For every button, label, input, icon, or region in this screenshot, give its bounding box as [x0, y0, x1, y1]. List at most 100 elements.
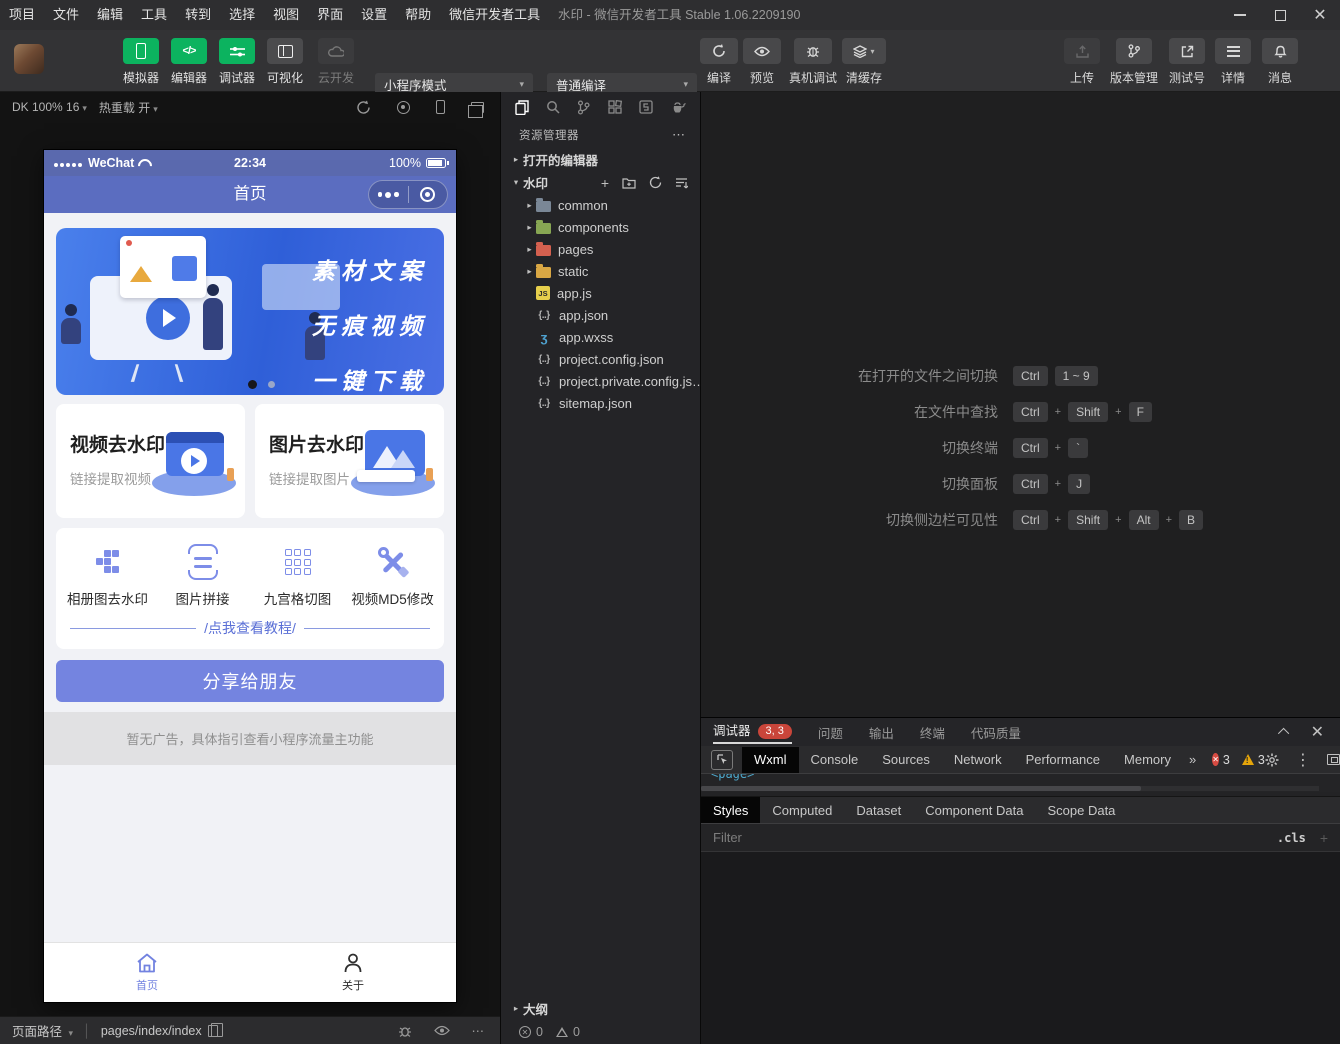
- kebab-menu-icon[interactable]: ⋮: [1295, 750, 1311, 770]
- banner-carousel[interactable]: 素材文案 无痕视频 一键下载: [56, 228, 444, 395]
- menu-help[interactable]: 帮助: [396, 0, 440, 30]
- close-button[interactable]: ✕: [1300, 0, 1340, 30]
- styles-tab-computed[interactable]: Computed: [760, 797, 844, 823]
- new-folder-icon[interactable]: [622, 177, 636, 189]
- image-splice-tool[interactable]: 图片拼接: [155, 544, 250, 608]
- user-avatar[interactable]: [14, 44, 44, 74]
- copy-icon[interactable]: [208, 1025, 218, 1037]
- collapse-panel-icon[interactable]: [1278, 728, 1289, 739]
- problems-summary[interactable]: ✕ 0 0: [501, 1020, 701, 1044]
- tab-code-quality[interactable]: 代码质量: [971, 723, 1021, 742]
- tree-item-folder[interactable]: ▸pages: [501, 238, 700, 260]
- collapse-all-icon[interactable]: [675, 177, 688, 189]
- close-panel-icon[interactable]: ✕: [1311, 722, 1324, 742]
- menu-edit[interactable]: 编辑: [88, 0, 132, 30]
- album-watermark-tool[interactable]: 相册图去水印: [60, 544, 155, 608]
- nine-grid-tool[interactable]: 九宫格切图: [250, 544, 345, 608]
- outline-section[interactable]: ▸ 大纲: [501, 997, 701, 1020]
- devtools-tab-sources[interactable]: Sources: [870, 747, 942, 773]
- snippets-icon[interactable]: [639, 100, 653, 114]
- project-root-section[interactable]: ▾ 水印 +: [501, 171, 700, 194]
- filter-input[interactable]: Filter: [713, 830, 742, 845]
- video-md5-tool[interactable]: 视频MD5修改: [345, 544, 440, 608]
- refresh-icon[interactable]: [649, 176, 662, 189]
- messages-button[interactable]: 消息: [1258, 38, 1302, 86]
- menu-project[interactable]: 项目: [0, 0, 44, 30]
- image-watermark-card[interactable]: 图片去水印 链接提取图片: [255, 404, 444, 518]
- tab-home[interactable]: 首页: [44, 943, 250, 1002]
- tree-item-file[interactable]: {..}project.private.config.js…: [501, 370, 700, 392]
- test-account-button[interactable]: 测试号: [1164, 38, 1210, 86]
- tree-item-file[interactable]: JSapp.js: [501, 282, 700, 304]
- restart-icon[interactable]: [356, 100, 371, 115]
- tree-item-file[interactable]: {..}project.config.json: [501, 348, 700, 370]
- tree-item-folder[interactable]: ▸components: [501, 216, 700, 238]
- search-icon[interactable]: [546, 100, 560, 114]
- open-editors-section[interactable]: ▸ 打开的编辑器: [501, 148, 700, 171]
- styles-tab-component-data[interactable]: Component Data: [913, 797, 1035, 823]
- remote-debug-button[interactable]: 真机调试: [786, 38, 840, 86]
- video-watermark-card[interactable]: 视频去水印 链接提取视频: [56, 404, 245, 518]
- minimize-miniapp-button[interactable]: [409, 187, 448, 202]
- eye-icon[interactable]: [434, 1025, 450, 1036]
- styles-tab-scope-data[interactable]: Scope Data: [1035, 797, 1127, 823]
- dock-side-icon[interactable]: [1327, 754, 1340, 765]
- gear-icon[interactable]: [1265, 753, 1279, 767]
- tree-item-folder[interactable]: ▸static: [501, 260, 700, 282]
- error-count-icon[interactable]: ✕: [1212, 753, 1219, 766]
- source-control-icon[interactable]: [577, 100, 590, 115]
- page-path-value[interactable]: pages/index/index: [101, 1024, 202, 1038]
- menu-file[interactable]: 文件: [44, 0, 88, 30]
- extensions-icon[interactable]: [608, 100, 622, 114]
- tab-output[interactable]: 输出: [869, 723, 894, 742]
- menu-wechat-devtools[interactable]: 微信开发者工具: [440, 0, 549, 30]
- clear-cache-button[interactable]: ▾ 清缓存: [840, 38, 888, 86]
- wxml-tree-viewport[interactable]: <page>: [701, 774, 1340, 792]
- devtools-tab-memory[interactable]: Memory: [1112, 747, 1183, 773]
- devtools-tab-console[interactable]: Console: [799, 747, 871, 773]
- devtools-tab-network[interactable]: Network: [942, 747, 1014, 773]
- styles-tab-dataset[interactable]: Dataset: [844, 797, 913, 823]
- inspect-element-button[interactable]: [711, 750, 733, 770]
- tutorial-link[interactable]: /点我查看教程/: [70, 618, 430, 638]
- tab-debugger[interactable]: 调试器3, 3: [713, 720, 792, 744]
- tree-item-folder[interactable]: ▸common: [501, 194, 700, 216]
- device-frame-icon[interactable]: [436, 100, 445, 114]
- warning-count-icon[interactable]: [1242, 754, 1254, 765]
- menu-tools[interactable]: 工具: [132, 0, 176, 30]
- more-menu-button[interactable]: [369, 192, 408, 198]
- record-icon[interactable]: [397, 101, 410, 114]
- hot-reload-select[interactable]: 热重载 开▾: [99, 99, 158, 116]
- cloud-dev-toggle[interactable]: 云开发: [312, 38, 360, 86]
- editor-toggle[interactable]: </> 编辑器: [165, 38, 213, 86]
- bug-icon[interactable]: [398, 1024, 412, 1038]
- files-icon[interactable]: [515, 100, 529, 115]
- new-file-icon[interactable]: +: [601, 175, 609, 191]
- compile-button[interactable]: 编译: [698, 38, 740, 86]
- tab-about[interactable]: 关于: [250, 943, 456, 1002]
- upload-button[interactable]: 上传: [1060, 38, 1104, 86]
- tree-item-file[interactable]: {..}sitemap.json: [501, 392, 700, 414]
- maximize-button[interactable]: [1260, 0, 1300, 30]
- multi-window-icon[interactable]: [471, 102, 484, 113]
- toggle-class-button[interactable]: .cls: [1277, 831, 1306, 845]
- minimize-button[interactable]: [1220, 0, 1260, 30]
- add-style-icon[interactable]: +: [1320, 830, 1328, 846]
- more-icon[interactable]: ⋯: [472, 1023, 485, 1038]
- menu-goto[interactable]: 转到: [176, 0, 220, 30]
- menu-view[interactable]: 视图: [264, 0, 308, 30]
- details-button[interactable]: 详情: [1212, 38, 1254, 86]
- simulator-toggle[interactable]: 模拟器: [117, 38, 165, 86]
- explorer-more-icon[interactable]: ⋯: [672, 127, 686, 143]
- tab-terminal[interactable]: 终端: [920, 723, 945, 742]
- horizontal-scrollbar[interactable]: [701, 786, 1319, 791]
- debugger-toggle[interactable]: 调试器: [213, 38, 261, 86]
- devtools-tab-wxml[interactable]: Wxml: [742, 747, 799, 773]
- teapot-icon[interactable]: [670, 101, 686, 114]
- dom-node-page[interactable]: <page>: [711, 774, 754, 781]
- tree-item-file[interactable]: ʒapp.wxss: [501, 326, 700, 348]
- styles-tab-styles[interactable]: Styles: [701, 797, 760, 823]
- visualization-toggle[interactable]: 可视化: [261, 38, 309, 86]
- page-path-select[interactable]: 页面路径 ▾: [12, 1021, 73, 1040]
- tab-problems[interactable]: 问题: [818, 723, 843, 742]
